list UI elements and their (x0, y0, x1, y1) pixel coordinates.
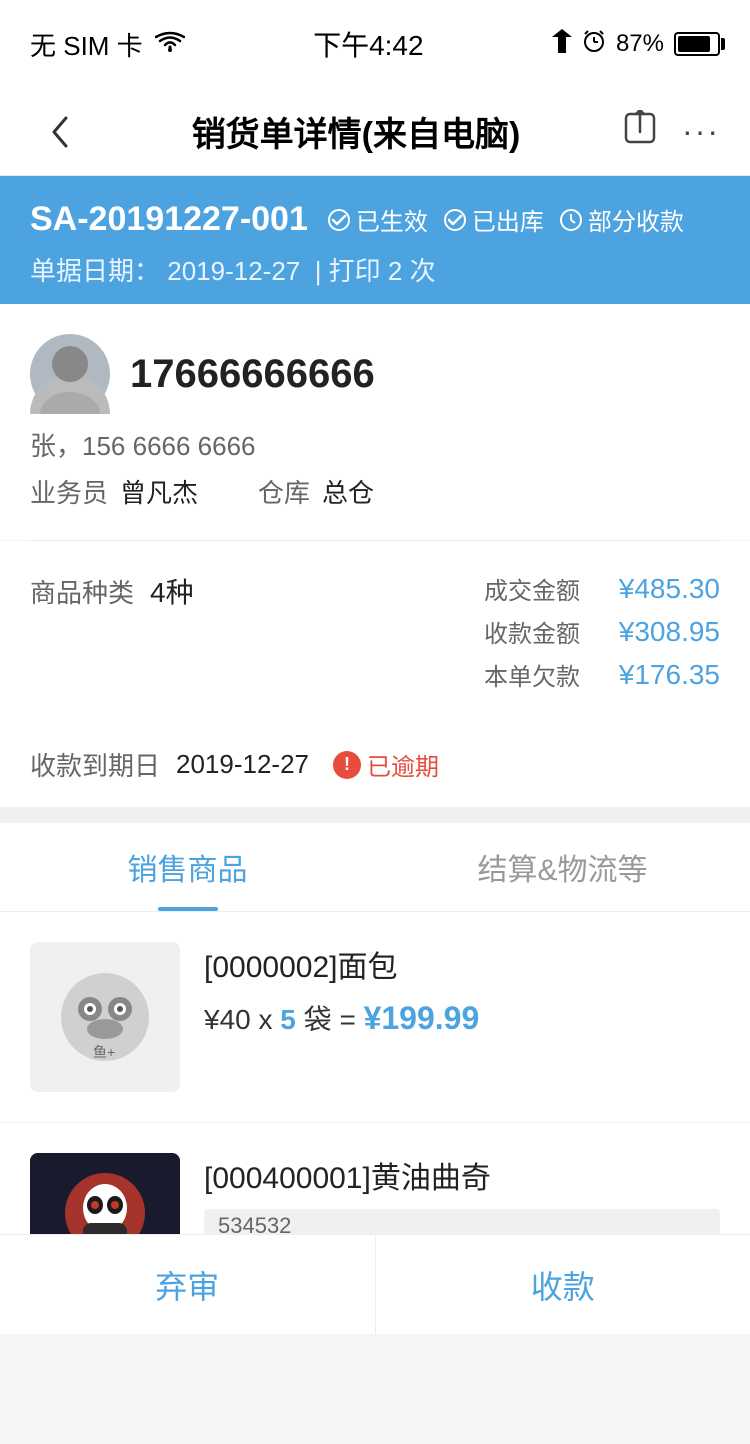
confirm-button[interactable]: 收款 (376, 1235, 750, 1334)
stat-amount: 成交金额 ¥485.30 (484, 571, 720, 606)
status-bar: 无 SIM 卡 下午4:42 87 (0, 0, 750, 88)
product-price-1: ¥40 x 5 袋 = ¥199.99 (204, 998, 720, 1038)
due-section: 收款到期日 2019-12-27 ! 已逾期 (0, 722, 750, 807)
battery-label: 87% (616, 30, 664, 58)
tabs-bar: 销售商品 结算&物流等 (0, 823, 750, 912)
more-icon[interactable]: ··· (682, 113, 720, 150)
carrier-label: 无 SIM 卡 (30, 26, 143, 63)
avatar (30, 334, 110, 414)
status-badges: 已生效 已出库 部分收款 (328, 202, 684, 237)
warehouse-meta: 仓库 总仓 (258, 473, 374, 510)
stats-row: 商品种类 4种 成交金额 ¥485.30 收款金额 ¥308.95 本单欠款 ¥… (30, 571, 720, 692)
status-badge-3: 部分收款 (560, 202, 684, 237)
status-badge-2: 已出库 (444, 202, 544, 237)
sales-meta: 业务员 曾凡杰 (30, 473, 198, 510)
status-time: 下午4:42 (313, 24, 424, 64)
stats-right: 成交金额 ¥485.30 收款金额 ¥308.95 本单欠款 ¥176.35 (484, 571, 720, 692)
tab-settlement[interactable]: 结算&物流等 (375, 823, 750, 911)
bottom-bar: 弃审 收款 (0, 1234, 750, 1334)
customer-meta: 业务员 曾凡杰 仓库 总仓 (30, 473, 720, 510)
battery-icon (674, 32, 720, 56)
nav-bar: 销货单详情(来自电脑) ··· (0, 88, 750, 176)
stat-received: 收款金额 ¥308.95 (484, 614, 720, 649)
customer-section: 17666666666 张，156 6666 6666 业务员 曾凡杰 仓库 总… (0, 304, 750, 540)
stats-left: 商品种类 4种 (30, 571, 194, 611)
nav-actions: ··· (622, 110, 720, 153)
share-icon[interactable] (622, 110, 658, 153)
cancel-button[interactable]: 弃审 (0, 1235, 376, 1334)
status-left: 无 SIM 卡 (30, 26, 185, 63)
bottom-spacer (0, 1334, 750, 1444)
product-thumb-1: 鱼+ (30, 942, 180, 1092)
stats-section: 商品种类 4种 成交金额 ¥485.30 收款金额 ¥308.95 本单欠款 ¥… (0, 541, 750, 722)
overdue-badge: ! 已逾期 (333, 747, 439, 782)
order-id: SA-20191227-001 (30, 200, 308, 239)
header-sub: 单据日期： 2019-12-27 | 打印 2 次 (30, 251, 720, 288)
alarm-icon (582, 29, 606, 60)
customer-row: 17666666666 (30, 334, 720, 414)
back-button[interactable] (30, 102, 90, 162)
section-divider (0, 807, 750, 823)
tabs-section: 销售商品 结算&物流等 (0, 823, 750, 912)
product-info-1: [0000002]面包 ¥40 x 5 袋 = ¥199.99 (204, 942, 720, 1038)
status-right: 87% (552, 29, 720, 60)
tab-products[interactable]: 销售商品 (0, 823, 375, 911)
list-item: 鱼+ [0000002]面包 ¥40 x 5 袋 = ¥199.99 (0, 912, 750, 1123)
location-icon (552, 29, 572, 60)
customer-phone: 17666666666 (130, 352, 375, 397)
header-banner: SA-20191227-001 已生效 已出库 部分收款 单据日期： 2019-… (0, 176, 750, 304)
wifi-icon (155, 29, 185, 60)
page-title: 销货单详情(来自电脑) (192, 107, 521, 156)
tab-underline (158, 907, 218, 911)
status-badge-1: 已生效 (328, 202, 428, 237)
customer-name-detail: 张，156 6666 6666 (30, 426, 720, 463)
svg-text:鱼+: 鱼+ (93, 1044, 115, 1060)
stat-owed: 本单欠款 ¥176.35 (484, 657, 720, 692)
